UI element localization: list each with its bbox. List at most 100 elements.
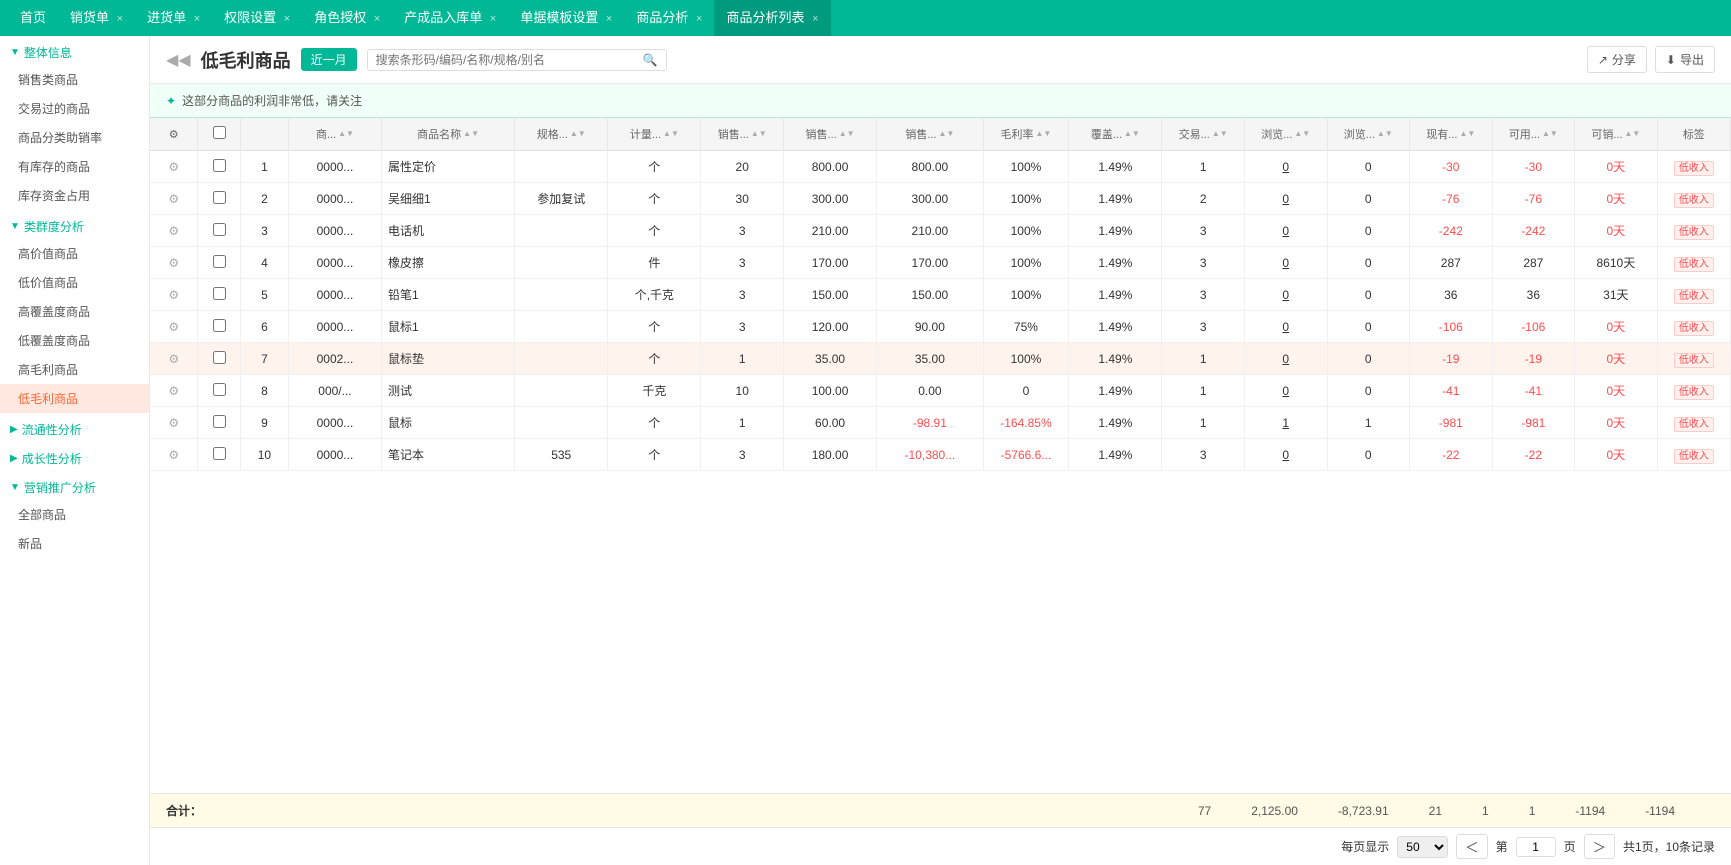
row-check[interactable] xyxy=(198,343,241,375)
row-settings[interactable]: ⚙ xyxy=(150,183,198,215)
share-btn[interactable]: ↗ 分享 xyxy=(1587,46,1647,73)
col-name-header[interactable]: 商品名称▲▼ xyxy=(382,118,515,151)
nav-product-analysis-list[interactable]: 商品分析列表 × xyxy=(714,0,830,36)
row-check[interactable] xyxy=(198,439,241,471)
col-salesprofit-header[interactable]: 销售...▲▼ xyxy=(877,118,983,151)
browse1-link[interactable]: 0 xyxy=(1282,384,1289,398)
sidebar-group-growth[interactable]: ▶ 成长性分析 xyxy=(0,442,149,471)
row-checkbox[interactable] xyxy=(213,319,226,332)
col-current-header[interactable]: 现有...▲▼ xyxy=(1410,118,1493,151)
row-settings[interactable]: ⚙ xyxy=(150,215,198,247)
row-browse1[interactable]: 0 xyxy=(1244,215,1327,247)
row-browse1[interactable]: 0 xyxy=(1244,151,1327,183)
row-browse1[interactable]: 0 xyxy=(1244,311,1327,343)
col-coverage-header[interactable]: 覆盖...▲▼ xyxy=(1069,118,1162,151)
nav-permissions[interactable]: 权限设置 × xyxy=(212,0,302,36)
row-browse1[interactable]: 0 xyxy=(1244,439,1327,471)
col-gross-header[interactable]: 毛利率▲▼ xyxy=(983,118,1069,151)
row-check[interactable] xyxy=(198,215,241,247)
collapse-sidebar-btn[interactable]: ◀◀ xyxy=(166,50,191,70)
col-unit-header[interactable]: 计量...▲▼ xyxy=(608,118,701,151)
row-checkbox[interactable] xyxy=(213,415,226,428)
nav-sales[interactable]: 销货单 × xyxy=(58,0,135,36)
row-settings[interactable]: ⚙ xyxy=(150,311,198,343)
sidebar-group-overall[interactable]: ▼ 整体信息 xyxy=(0,36,149,65)
select-all-checkbox[interactable] xyxy=(213,126,226,139)
row-browse1[interactable]: 0 xyxy=(1244,183,1327,215)
sidebar-item-sales-goods[interactable]: 销售类商品 xyxy=(0,65,149,94)
row-browse1[interactable]: 0 xyxy=(1244,247,1327,279)
prev-page-btn[interactable]: ＜ xyxy=(1456,834,1487,859)
row-checkbox[interactable] xyxy=(213,223,226,236)
sidebar-item-low-coverage[interactable]: 低覆盖度商品 xyxy=(0,326,149,355)
row-settings[interactable]: ⚙ xyxy=(150,151,198,183)
col-saleable-header[interactable]: 可销...▲▼ xyxy=(1575,118,1658,151)
col-browse1-header[interactable]: 浏览...▲▼ xyxy=(1244,118,1327,151)
row-settings[interactable]: ⚙ xyxy=(150,375,198,407)
row-settings[interactable]: ⚙ xyxy=(150,407,198,439)
browse1-link[interactable]: 0 xyxy=(1282,256,1289,270)
nav-roles-close[interactable]: × xyxy=(374,13,380,25)
sidebar-item-category-rate[interactable]: 商品分类助销率 xyxy=(0,123,149,152)
browse1-link[interactable]: 0 xyxy=(1282,448,1289,462)
nav-products-in-close[interactable]: × xyxy=(490,13,496,25)
browse1-link[interactable]: 0 xyxy=(1282,224,1289,238)
row-checkbox[interactable] xyxy=(213,447,226,460)
row-settings[interactable]: ⚙ xyxy=(150,439,198,471)
col-check-header[interactable] xyxy=(198,118,241,151)
col-salesqty-header[interactable]: 销售...▲▼ xyxy=(701,118,784,151)
row-browse1[interactable]: 0 xyxy=(1244,375,1327,407)
row-checkbox[interactable] xyxy=(213,255,226,268)
sidebar-item-high-margin[interactable]: 高毛利商品 xyxy=(0,355,149,384)
row-check[interactable] xyxy=(198,375,241,407)
sidebar-item-new-goods[interactable]: 新品 xyxy=(0,529,149,558)
col-trade-header[interactable]: 交易...▲▼ xyxy=(1162,118,1245,151)
nav-home[interactable]: 首页 xyxy=(8,0,58,36)
col-salesamt-header[interactable]: 销售...▲▼ xyxy=(783,118,876,151)
export-btn[interactable]: ⬇ 导出 xyxy=(1655,46,1715,73)
sidebar-item-inventory-capital[interactable]: 库存资金占用 xyxy=(0,181,149,210)
row-browse1[interactable]: 0 xyxy=(1244,343,1327,375)
nav-products-in[interactable]: 产成品入库单 × xyxy=(392,0,508,36)
page-number-input[interactable] xyxy=(1516,837,1556,857)
row-check[interactable] xyxy=(198,151,241,183)
filter-period-btn[interactable]: 近一月 xyxy=(301,48,357,71)
col-settings-header[interactable]: ⚙ xyxy=(150,118,198,151)
sidebar-item-traded-goods[interactable]: 交易过的商品 xyxy=(0,94,149,123)
nav-template[interactable]: 单据模板设置 × xyxy=(508,0,624,36)
nav-purchase-close[interactable]: × xyxy=(194,13,200,25)
nav-product-analysis-list-close[interactable]: × xyxy=(812,13,818,25)
nav-sales-close[interactable]: × xyxy=(117,13,123,25)
page-size-select[interactable]: 50 10 20 100 xyxy=(1397,836,1448,858)
col-spec-header[interactable]: 规格...▲▼ xyxy=(515,118,608,151)
nav-product-analysis[interactable]: 商品分析 × xyxy=(624,0,714,36)
sidebar-group-circulation[interactable]: ▶ 流通性分析 xyxy=(0,413,149,442)
row-checkbox[interactable] xyxy=(213,351,226,364)
nav-product-analysis-close[interactable]: × xyxy=(696,13,702,25)
sidebar-item-high-value[interactable]: 高价值商品 xyxy=(0,239,149,268)
row-checkbox[interactable] xyxy=(213,159,226,172)
browse1-link[interactable]: 0 xyxy=(1282,192,1289,206)
row-settings[interactable]: ⚙ xyxy=(150,247,198,279)
row-checkbox[interactable] xyxy=(213,191,226,204)
row-check[interactable] xyxy=(198,311,241,343)
row-check[interactable] xyxy=(198,183,241,215)
row-checkbox[interactable] xyxy=(213,383,226,396)
sidebar-item-high-coverage[interactable]: 高覆盖度商品 xyxy=(0,297,149,326)
nav-roles[interactable]: 角色授权 × xyxy=(302,0,392,36)
row-check[interactable] xyxy=(198,279,241,311)
nav-permissions-close[interactable]: × xyxy=(284,13,290,25)
sidebar-item-low-margin[interactable]: 低毛利商品 xyxy=(0,384,149,413)
row-settings[interactable]: ⚙ xyxy=(150,343,198,375)
nav-purchase[interactable]: 进货单 × xyxy=(135,0,212,36)
browse1-link[interactable]: 0 xyxy=(1282,320,1289,334)
sidebar-item-low-value[interactable]: 低价值商品 xyxy=(0,268,149,297)
col-available-header[interactable]: 可用...▲▼ xyxy=(1492,118,1575,151)
row-checkbox[interactable] xyxy=(213,287,226,300)
row-settings[interactable]: ⚙ xyxy=(150,279,198,311)
nav-template-close[interactable]: × xyxy=(606,13,612,25)
sidebar-item-stocked-goods[interactable]: 有库存的商品 xyxy=(0,152,149,181)
col-browse2-header[interactable]: 浏览...▲▼ xyxy=(1327,118,1410,151)
browse1-link[interactable]: 0 xyxy=(1282,160,1289,174)
browse1-link[interactable]: 0 xyxy=(1282,288,1289,302)
